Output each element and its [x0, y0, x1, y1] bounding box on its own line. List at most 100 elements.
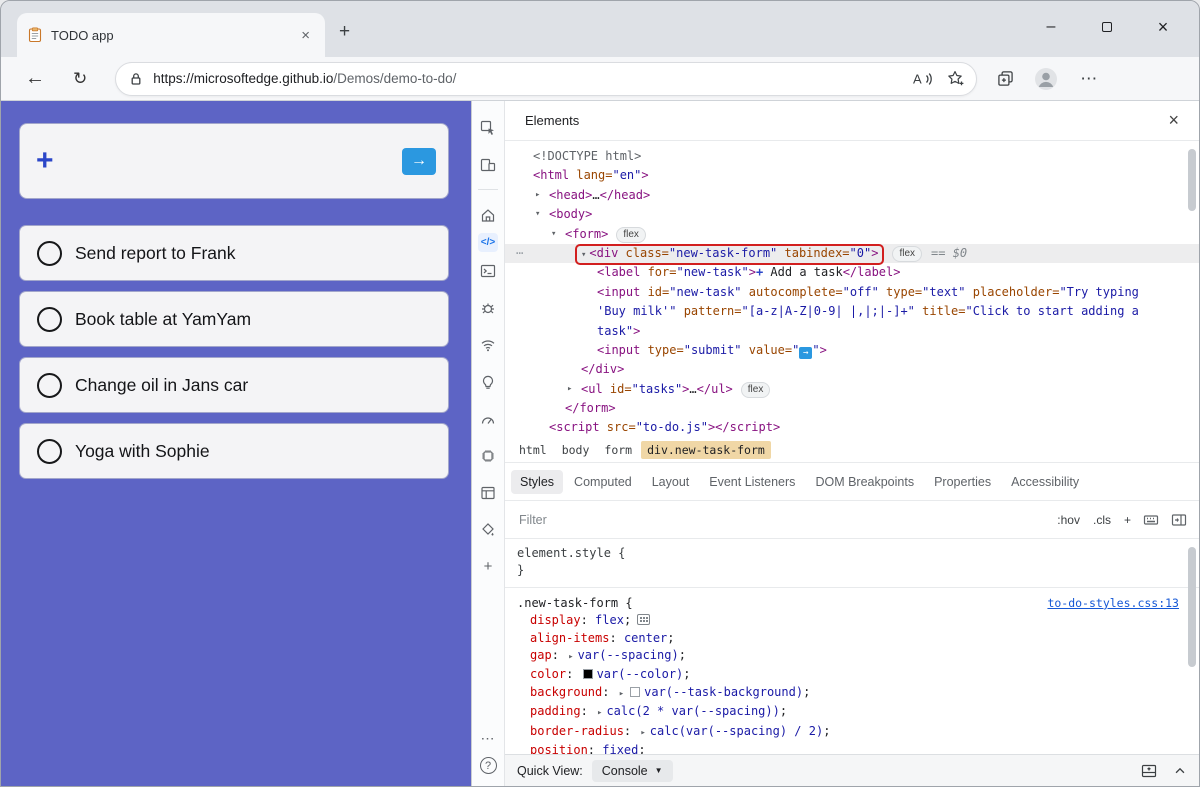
- flex-editor-icon[interactable]: [637, 614, 650, 625]
- new-task-form[interactable]: + →: [19, 123, 449, 199]
- css-property[interactable]: color: var(--color);: [505, 666, 1199, 683]
- quick-view-select[interactable]: Console ▼: [592, 760, 673, 782]
- dock-panel-icon[interactable]: [1141, 763, 1157, 779]
- submit-task-button[interactable]: →: [402, 148, 436, 175]
- tab-close-icon[interactable]: ×: [296, 27, 315, 44]
- tab-accessibility[interactable]: Accessibility: [1002, 470, 1088, 494]
- refresh-button[interactable]: ↻: [73, 69, 87, 89]
- expand-value-icon[interactable]: ▸: [597, 708, 602, 718]
- tab-todo-app[interactable]: TODO app ×: [17, 13, 325, 57]
- read-aloud-icon[interactable]: A: [913, 71, 933, 87]
- tab-dom-breakpoints[interactable]: DOM Breakpoints: [806, 470, 923, 494]
- device-emulation-icon[interactable]: [472, 146, 504, 183]
- dom-node[interactable]: <script src="to-do.js"></script>: [505, 418, 1199, 437]
- filter-input[interactable]: [517, 512, 1045, 528]
- browser-menu-icon[interactable]: ⋯: [1080, 69, 1098, 89]
- dom-node[interactable]: ▾<form>flex: [505, 225, 1199, 244]
- tab-layout[interactable]: Layout: [643, 470, 699, 494]
- performance-gauge-icon[interactable]: [472, 400, 504, 437]
- profile-avatar[interactable]: [1034, 67, 1058, 91]
- new-tab-button[interactable]: +: [339, 21, 350, 43]
- dom-node[interactable]: ⋯▾<div class="new-task-form" tabindex="0…: [505, 244, 1199, 263]
- element-style-open[interactable]: element.style {: [505, 545, 1199, 562]
- dom-node[interactable]: ▸<ul id="tasks">…</ul>flex: [505, 380, 1199, 399]
- task-checkbox-icon[interactable]: [37, 439, 62, 464]
- task-item[interactable]: Book table at YamYam: [19, 291, 449, 347]
- memory-chip-icon[interactable]: [472, 437, 504, 474]
- color-swatch[interactable]: [583, 669, 593, 679]
- css-property[interactable]: border-radius: ▸calc(var(--spacing) / 2)…: [505, 723, 1199, 742]
- elements-panel-icon[interactable]: </>: [478, 233, 498, 252]
- computed-sidebar-toggle-icon[interactable]: [1171, 512, 1187, 528]
- rendering-emulation-icon[interactable]: [1143, 512, 1159, 528]
- performance-insights-icon[interactable]: [472, 363, 504, 400]
- minimize-button[interactable]: –: [1023, 7, 1079, 47]
- close-button[interactable]: ×: [1135, 7, 1191, 47]
- css-property[interactable]: display: flex;: [505, 612, 1199, 629]
- inspect-icon[interactable]: [472, 109, 504, 146]
- breadcrumb-item[interactable]: form: [598, 441, 638, 459]
- welcome-home-icon[interactable]: [472, 196, 504, 233]
- dom-node[interactable]: ▸<head>…</head>: [505, 186, 1199, 205]
- tab-computed[interactable]: Computed: [565, 470, 641, 494]
- flex-badge[interactable]: flex: [892, 246, 922, 263]
- styles-scrollbar[interactable]: [1188, 547, 1196, 667]
- dom-node[interactable]: </div>: [505, 360, 1199, 379]
- dom-node[interactable]: <label for="new-task">+ Add a task</labe…: [505, 263, 1199, 282]
- issues-bug-icon[interactable]: [472, 289, 504, 326]
- task-checkbox-icon[interactable]: [37, 241, 62, 266]
- task-item[interactable]: Change oil in Jans car: [19, 357, 449, 413]
- node-menu-icon[interactable]: ⋯: [516, 244, 524, 263]
- flex-badge[interactable]: flex: [741, 382, 771, 399]
- twisty-icon[interactable]: ▸: [535, 186, 540, 205]
- twisty-icon[interactable]: ▸: [567, 380, 572, 399]
- dom-node[interactable]: <input type="submit" value="→">: [505, 341, 1199, 360]
- breadcrumb-item[interactable]: html: [513, 441, 553, 459]
- address-bar[interactable]: https://microsoftedge.github.io/Demos/de…: [115, 62, 977, 96]
- help-icon[interactable]: ?: [480, 757, 497, 774]
- css-property[interactable]: background: ▸var(--task-background);: [505, 684, 1199, 703]
- add-tools-icon[interactable]: +: [472, 548, 504, 585]
- tab-styles[interactable]: Styles: [511, 470, 563, 494]
- collections-icon[interactable]: [997, 70, 1014, 87]
- console-panel-icon[interactable]: [472, 252, 504, 289]
- dom-node[interactable]: <html lang="en">: [505, 166, 1199, 185]
- tab-properties[interactable]: Properties: [925, 470, 1000, 494]
- twisty-icon[interactable]: ▾: [551, 225, 556, 244]
- twisty-icon[interactable]: ▾: [535, 205, 540, 224]
- breadcrumb-item[interactable]: body: [556, 441, 596, 459]
- dom-scrollbar[interactable]: [1188, 149, 1196, 211]
- rule-selector[interactable]: .new-task-form {: [517, 595, 633, 612]
- expand-value-icon[interactable]: ▸: [568, 652, 573, 662]
- tab-event-listeners[interactable]: Event Listeners: [700, 470, 804, 494]
- css-property[interactable]: gap: ▸var(--spacing);: [505, 647, 1199, 666]
- dom-node[interactable]: 'Buy milk'" pattern="[a-z|A-Z|0-9| |,|;|…: [505, 302, 1199, 321]
- expand-chevron-icon[interactable]: [1173, 764, 1187, 778]
- filter-control[interactable]: :hov: [1057, 513, 1080, 527]
- back-button[interactable]: ←: [25, 67, 45, 90]
- dom-node[interactable]: <!DOCTYPE html>: [505, 147, 1199, 166]
- stylesheet-link[interactable]: to-do-styles.css:13: [1047, 595, 1179, 612]
- task-checkbox-icon[interactable]: [37, 307, 62, 332]
- task-item[interactable]: Yoga with Sophie: [19, 423, 449, 479]
- css-property[interactable]: padding: ▸calc(2 * var(--spacing));: [505, 703, 1199, 722]
- maximize-button[interactable]: [1079, 7, 1135, 47]
- expand-value-icon[interactable]: ▸: [640, 728, 645, 738]
- application-icon[interactable]: [472, 474, 504, 511]
- network-icon[interactable]: [472, 326, 504, 363]
- devtools-close-icon[interactable]: ×: [1168, 110, 1179, 131]
- activity-more-icon[interactable]: ⋯: [481, 730, 496, 747]
- flex-badge[interactable]: flex: [616, 227, 646, 244]
- breadcrumb-item[interactable]: div.new-task-form: [641, 441, 771, 459]
- lock-icon[interactable]: [128, 71, 144, 87]
- styles-paint-icon[interactable]: [472, 511, 504, 548]
- dom-node[interactable]: task">: [505, 322, 1199, 341]
- dom-node[interactable]: ▾<body>: [505, 205, 1199, 224]
- filter-control[interactable]: .cls: [1093, 513, 1111, 527]
- color-swatch[interactable]: [630, 687, 640, 697]
- dom-node[interactable]: </form>: [505, 399, 1199, 418]
- task-checkbox-icon[interactable]: [37, 373, 62, 398]
- favorites-star-icon[interactable]: [947, 70, 964, 87]
- expand-value-icon[interactable]: ▸: [619, 689, 624, 699]
- css-property[interactable]: align-items: center;: [505, 630, 1199, 647]
